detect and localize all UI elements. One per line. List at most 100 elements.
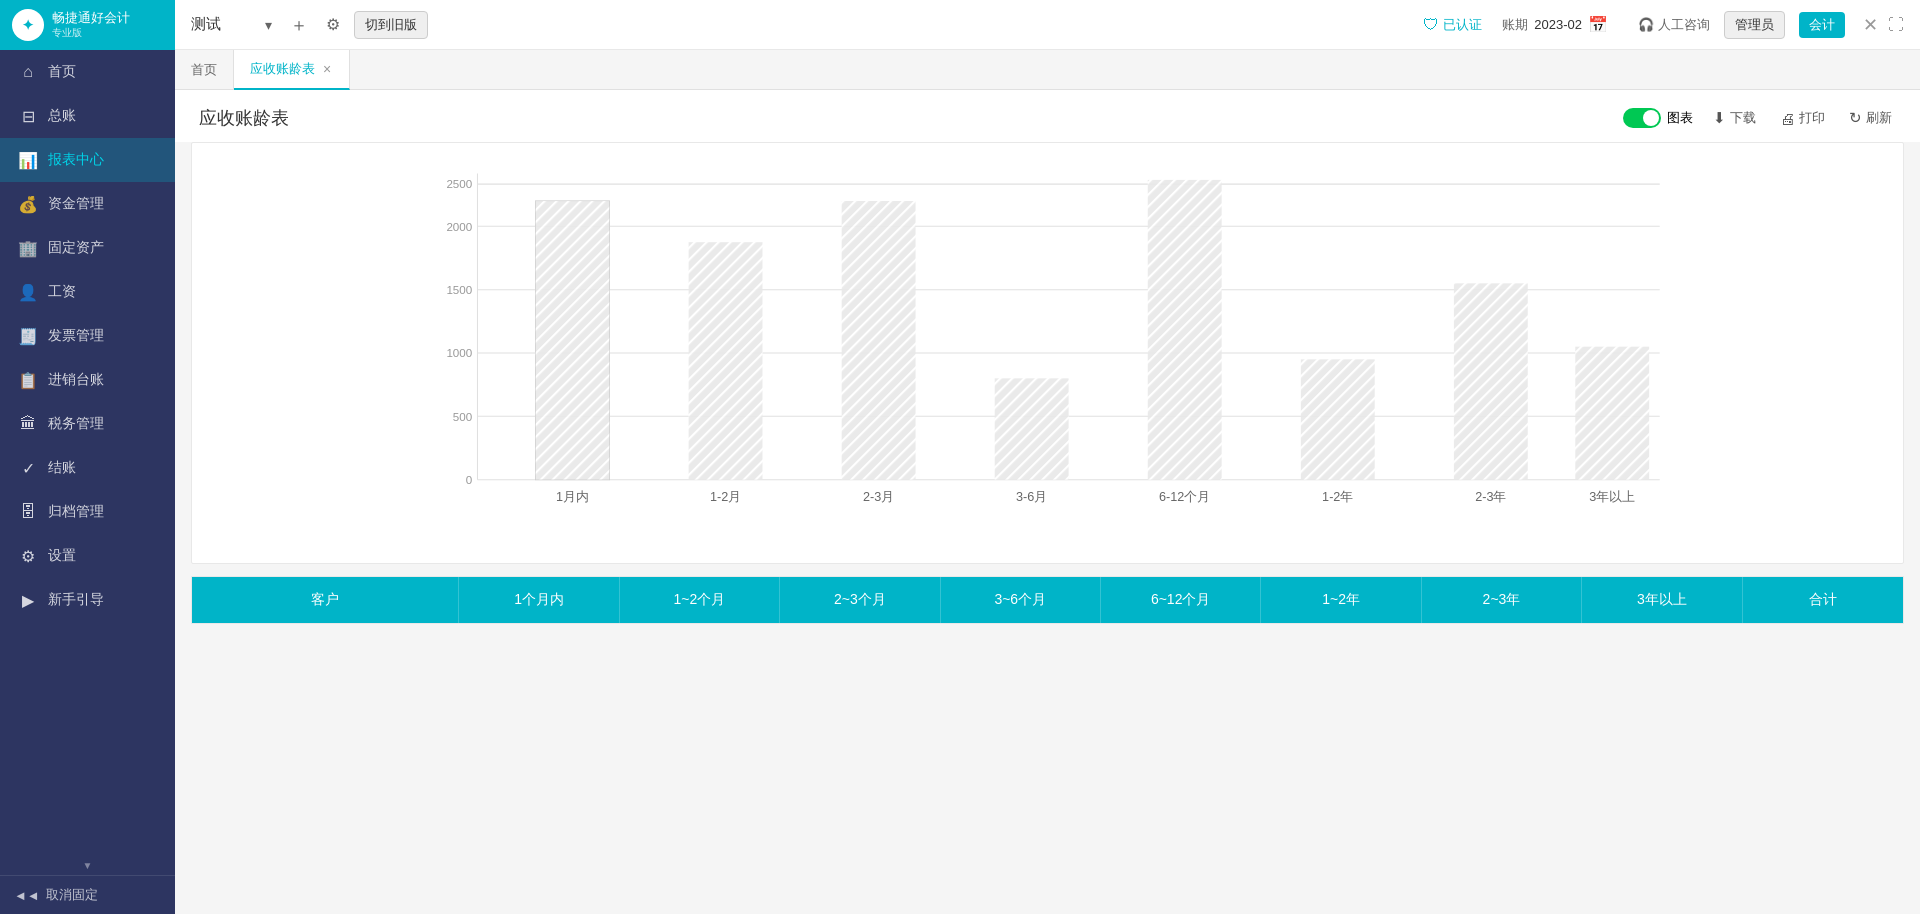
content-area: 应收账龄表 图表 ⬇ 下载 🖨 打印 ↻ 刷新	[175, 90, 1920, 914]
tax-icon: 🏛	[18, 414, 38, 434]
tab-home[interactable]: 首页	[175, 50, 234, 90]
tab-label-home: 首页	[191, 61, 217, 79]
invoice-icon: 🧾	[18, 326, 38, 346]
svg-rect-16	[842, 201, 916, 480]
sidebar: ✦ 畅捷通好会计 专业版 ⌂ 首页 ⊟ 总账 📊 报表中心 💰 资金管理 🏢 固…	[0, 0, 175, 914]
sidebar-item-archive[interactable]: 🗄 归档管理	[0, 490, 175, 534]
service-btn[interactable]: 🎧 人工咨询	[1638, 16, 1710, 34]
print-icon: 🖨	[1780, 110, 1795, 127]
svg-rect-15	[689, 242, 763, 480]
sidebar-label-settings: 设置	[48, 547, 76, 565]
sidebar-item-invoice[interactable]: 🧾 发票管理	[0, 314, 175, 358]
settings-icon: ⚙	[18, 546, 38, 566]
download-icon: ⬇	[1713, 109, 1726, 127]
svg-text:2-3月: 2-3月	[863, 490, 894, 504]
tabbar: 首页 应收账龄表 ×	[175, 50, 1920, 90]
period-selector[interactable]: 账期 2023-02 📅	[1502, 15, 1608, 34]
svg-text:1-2月: 1-2月	[710, 490, 741, 504]
sidebar-item-settings[interactable]: ⚙ 设置	[0, 534, 175, 578]
table-header-: 合计	[1743, 577, 1903, 623]
wages-icon: 👤	[18, 282, 38, 302]
user-btn[interactable]: 管理员	[1724, 11, 1785, 39]
table-header-12: 1~2个月	[620, 577, 780, 623]
sidebar-item-assets[interactable]: 🏢 固定资产	[0, 226, 175, 270]
reports-icon: 📊	[18, 150, 38, 170]
sidebar-label-sales: 进销台账	[48, 371, 104, 389]
sidebar-label-guide: 新手引导	[48, 591, 104, 609]
svg-text:1000: 1000	[446, 346, 472, 359]
sidebar-item-wages[interactable]: 👤 工资	[0, 270, 175, 314]
cert-status: 🛡 已认证	[1423, 16, 1482, 34]
svg-rect-20	[1454, 283, 1528, 479]
cert-icon: 🛡	[1423, 16, 1439, 34]
sidebar-label-archive: 归档管理	[48, 503, 104, 521]
tab-close-aging[interactable]: ×	[321, 62, 333, 76]
sidebar-label-home: 首页	[48, 63, 76, 81]
table-header-36: 3~6个月	[941, 577, 1101, 623]
sidebar-item-guide[interactable]: ▶ 新手引导	[0, 578, 175, 622]
print-btn[interactable]: 🖨 打印	[1776, 107, 1829, 129]
page-header: 应收账龄表 图表 ⬇ 下载 🖨 打印 ↻ 刷新	[175, 90, 1920, 142]
calendar-icon[interactable]: 📅	[1588, 15, 1608, 34]
switch-version-btn[interactable]: 切到旧版	[354, 11, 428, 39]
sidebar-item-settle[interactable]: ✓ 结账	[0, 446, 175, 490]
app-badge: 专业版	[52, 26, 130, 40]
tab-aging[interactable]: 应收账龄表 ×	[234, 50, 350, 90]
home-icon: ⌂	[18, 62, 38, 82]
svg-text:2500: 2500	[446, 177, 472, 190]
table-header: 客户1个月内1~2个月2~3个月3~6个月6~12个月1~2年2~3年3年以上合…	[192, 577, 1903, 623]
svg-rect-18	[1148, 180, 1222, 480]
svg-text:1月内: 1月内	[556, 490, 589, 504]
archive-icon: 🗄	[18, 502, 38, 522]
svg-text:3-6月: 3-6月	[1016, 490, 1047, 504]
bar-chart: 0 500 1000 1500 2000 2500	[222, 163, 1873, 543]
sales-icon: 📋	[18, 370, 38, 390]
scroll-down-indicator: ▼	[0, 856, 175, 875]
sidebar-item-capital[interactable]: 💰 资金管理	[0, 182, 175, 226]
svg-text:2-3年: 2-3年	[1475, 490, 1506, 504]
topbar-right: 🎧 人工咨询 管理员 会计	[1638, 11, 1845, 39]
refresh-btn[interactable]: ↻ 刷新	[1845, 107, 1896, 129]
svg-text:6-12个月: 6-12个月	[1159, 490, 1210, 504]
table-header-12: 1~2年	[1261, 577, 1421, 623]
svg-text:3年以上: 3年以上	[1589, 490, 1635, 504]
capital-icon: 💰	[18, 194, 38, 214]
tab-label-aging: 应收账龄表	[250, 60, 315, 78]
sidebar-label-assets: 固定资产	[48, 239, 104, 257]
sidebar-item-reports[interactable]: 📊 报表中心	[0, 138, 175, 182]
sidebar-label-settle: 结账	[48, 459, 76, 477]
chart-toggle-label: 图表	[1667, 109, 1693, 127]
table-header-3: 3年以上	[1582, 577, 1742, 623]
settings-gear-btn[interactable]: ⚙	[322, 13, 344, 36]
page-actions: 图表 ⬇ 下载 🖨 打印 ↻ 刷新	[1623, 107, 1896, 129]
download-btn[interactable]: ⬇ 下载	[1709, 107, 1760, 129]
expand-btn[interactable]: ⛶	[1888, 16, 1904, 34]
cancel-fixed-btn[interactable]: ◄◄ 取消固定	[0, 875, 175, 914]
svg-text:500: 500	[453, 410, 472, 423]
sidebar-label-tax: 税务管理	[48, 415, 104, 433]
table-header-: 客户	[192, 577, 459, 623]
app-name: 畅捷通好会计	[52, 10, 130, 27]
pin-icon: ◄◄	[14, 888, 40, 903]
svg-rect-19	[1301, 359, 1375, 479]
topbar: 测试 ▾ ＋ ⚙ 切到旧版 🛡 已认证 账期 2023-02 📅 🎧 人工咨询 …	[175, 0, 1920, 50]
workspace-dropdown-btn[interactable]: ▾	[261, 15, 276, 35]
sidebar-item-home[interactable]: ⌂ 首页	[0, 50, 175, 94]
settle-icon: ✓	[18, 458, 38, 478]
table-header-1: 1个月内	[459, 577, 619, 623]
svg-text:1500: 1500	[446, 283, 472, 296]
headset-icon: 🎧	[1638, 17, 1654, 32]
role-btn[interactable]: 会计	[1799, 12, 1845, 38]
assets-icon: 🏢	[18, 238, 38, 258]
add-workspace-btn[interactable]: ＋	[286, 14, 312, 36]
sidebar-label-reports: 报表中心	[48, 151, 104, 169]
sidebar-item-tax[interactable]: 🏛 税务管理	[0, 402, 175, 446]
workspace-name: 测试	[191, 15, 251, 34]
close-window-btn[interactable]: ✕	[1863, 14, 1878, 36]
chart-toggle-container: 图表	[1623, 108, 1693, 128]
logo-icon: ✦	[12, 9, 44, 41]
sidebar-item-sales[interactable]: 📋 进销台账	[0, 358, 175, 402]
sidebar-item-ledger[interactable]: ⊟ 总账	[0, 94, 175, 138]
chart-toggle-btn[interactable]	[1623, 108, 1661, 128]
sidebar-label-ledger: 总账	[48, 107, 76, 125]
